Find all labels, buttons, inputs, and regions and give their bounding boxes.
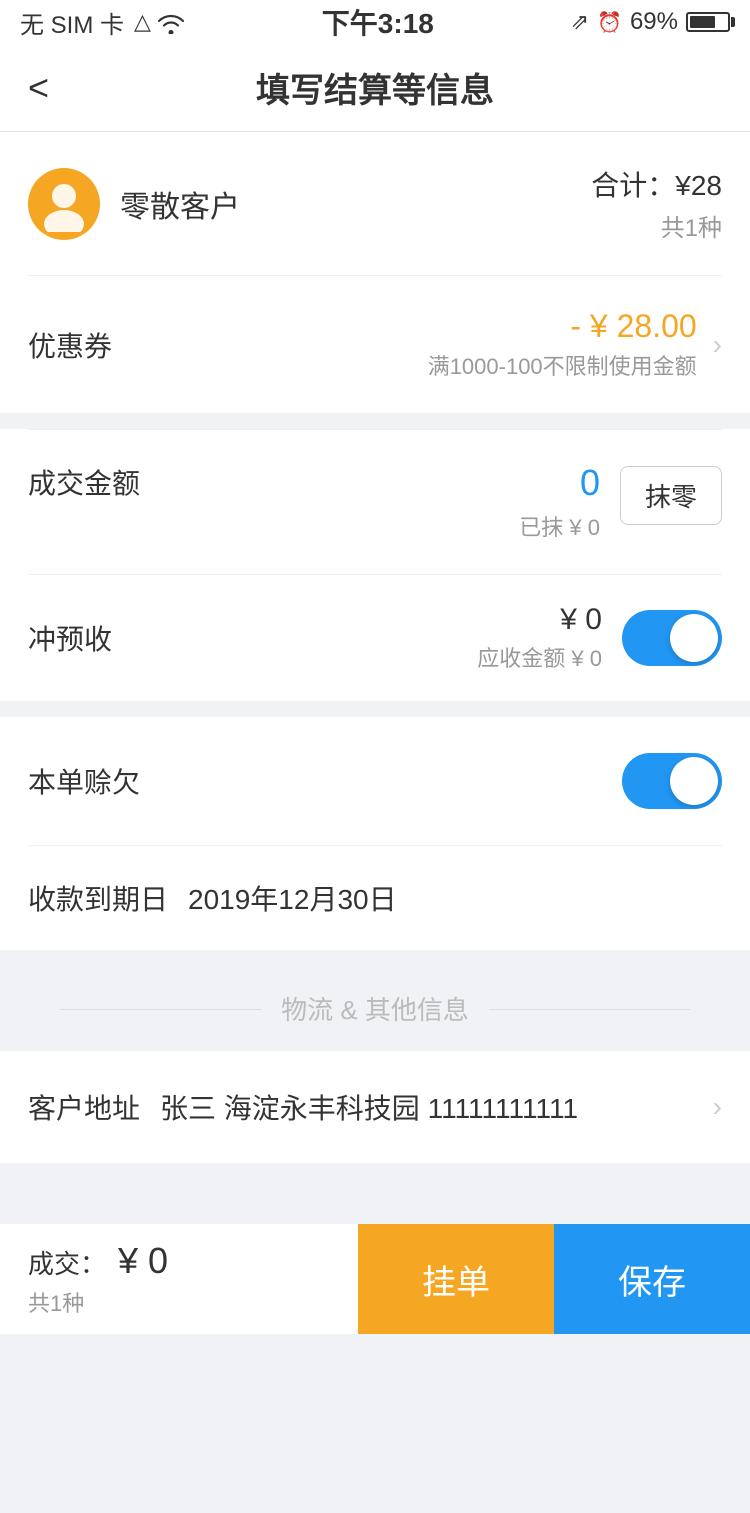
bottom-summary-top: 成交： ¥ 0 (28, 1240, 330, 1282)
bottom-count: 共1种 (28, 1286, 330, 1318)
coupon-value-block: - ¥ 28.00 满1000-100不限制使用金额 (428, 308, 697, 381)
status-left: 无 SIM 卡 △️ (20, 5, 185, 40)
prepaid-toggle[interactable] (622, 610, 722, 666)
debt-toggle[interactable] (622, 753, 722, 809)
address-chevron-icon: › (713, 1091, 722, 1123)
divider-2 (0, 701, 750, 717)
logistics-label: 物流 & 其他信息 (281, 995, 469, 1025)
divider-1 (0, 413, 750, 429)
transaction-row: 成交金额 0 已抹 ¥ 0 抹零 (28, 429, 722, 574)
address-section: 客户地址 张三 海淀永丰科技园 11111111111 › (0, 1051, 750, 1163)
prepaid-sub: 应收金额 ¥ 0 (477, 641, 602, 673)
avatar (28, 168, 100, 240)
logistics-text-wrapper: 物流 & 其他信息 (261, 990, 489, 1027)
carrier-text: 无 SIM 卡 (20, 5, 124, 40)
debt-section: 本单赊欠 收款到期日 2019年12月30日 (0, 717, 750, 950)
coupon-desc: 满1000-100不限制使用金额 (428, 349, 697, 381)
transaction-sub: 已抹 ¥ 0 (519, 510, 600, 542)
pending-button[interactable]: 挂单 (358, 1224, 554, 1334)
nav-bar: < 填写结算等信息 (0, 44, 750, 132)
page-title: 填写结算等信息 (256, 63, 494, 112)
transaction-section: 成交金额 0 已抹 ¥ 0 抹零 冲预收 ¥ 0 应收金额 ¥ 0 (0, 429, 750, 701)
divider-3 (0, 950, 750, 966)
time-display: 下午3:18 (322, 2, 434, 42)
bottom-bar: 成交： ¥ 0 共1种 挂单 保存 (0, 1224, 750, 1334)
coupon-discount: - ¥ 28.00 (428, 308, 697, 345)
save-button[interactable]: 保存 (554, 1224, 750, 1334)
due-date-label: 收款到期日 (28, 878, 168, 918)
customer-section: 零散客户 合计：¥28 共1种 (0, 132, 750, 275)
debt-row: 本单赊欠 (28, 717, 722, 845)
customer-row: 零散客户 合计：¥28 共1种 (28, 132, 722, 275)
prepaid-amount: ¥ 0 (477, 603, 602, 637)
coupon-right: - ¥ 28.00 满1000-100不限制使用金额 › (428, 308, 722, 381)
wifi-icon: △️ (134, 9, 185, 35)
debt-label: 本单赊欠 (28, 761, 140, 801)
transaction-label: 成交金额 (28, 462, 140, 502)
toggle-knob (670, 614, 718, 662)
bottom-label: 成交： (28, 1244, 106, 1281)
address-value: 张三 海淀永丰科技园 11111111111 (160, 1087, 713, 1127)
logistics-header: 物流 & 其他信息 (0, 966, 750, 1051)
status-right: ⇗ ⏰ 69% (571, 8, 730, 36)
prepaid-values: ¥ 0 应收金额 ¥ 0 (477, 603, 602, 673)
prepaid-label: 冲预收 (28, 618, 112, 658)
status-bar: 无 SIM 卡 △️ 下午3:18 ⇗ ⏰ 69% (0, 0, 750, 44)
customer-name: 零散客户 (120, 182, 240, 226)
battery-icon (686, 12, 730, 32)
customer-left: 零散客户 (28, 168, 240, 240)
bottom-amount: ¥ 0 (118, 1240, 168, 1282)
customer-right: 合计：¥28 共1种 (591, 164, 722, 243)
coupon-row[interactable]: 优惠券 - ¥ 28.00 满1000-100不限制使用金额 › (28, 275, 722, 413)
bottom-summary: 成交： ¥ 0 共1种 (0, 1240, 358, 1318)
transaction-value: 0 (519, 462, 600, 504)
coupon-label: 优惠券 (28, 325, 112, 365)
location-icon: ⇗ (571, 9, 589, 35)
due-date-row: 收款到期日 2019年12月30日 (28, 845, 722, 950)
chevron-right-icon: › (713, 329, 722, 361)
round-zero-button[interactable]: 抹零 (620, 466, 722, 525)
customer-total: 合计：¥28 (591, 164, 722, 204)
address-row[interactable]: 客户地址 张三 海淀永丰科技园 11111111111 › (28, 1051, 722, 1163)
transaction-value-block: 0 已抹 ¥ 0 (519, 462, 600, 542)
debt-toggle-knob (670, 757, 718, 805)
alarm-icon: ⏰ (597, 10, 622, 35)
customer-count: 共1种 (591, 208, 722, 243)
address-label: 客户地址 (28, 1087, 140, 1127)
due-date-value: 2019年12月30日 (188, 878, 397, 918)
bottom-padding (0, 1403, 750, 1513)
transaction-right: 0 已抹 ¥ 0 抹零 (519, 462, 722, 542)
coupon-section: 优惠券 - ¥ 28.00 满1000-100不限制使用金额 › (0, 275, 750, 413)
back-button[interactable]: < (28, 67, 49, 109)
prepaid-row: 冲预收 ¥ 0 应收金额 ¥ 0 (28, 574, 722, 701)
battery-percent: 69% (630, 8, 678, 36)
prepaid-right: ¥ 0 应收金额 ¥ 0 (477, 603, 722, 673)
